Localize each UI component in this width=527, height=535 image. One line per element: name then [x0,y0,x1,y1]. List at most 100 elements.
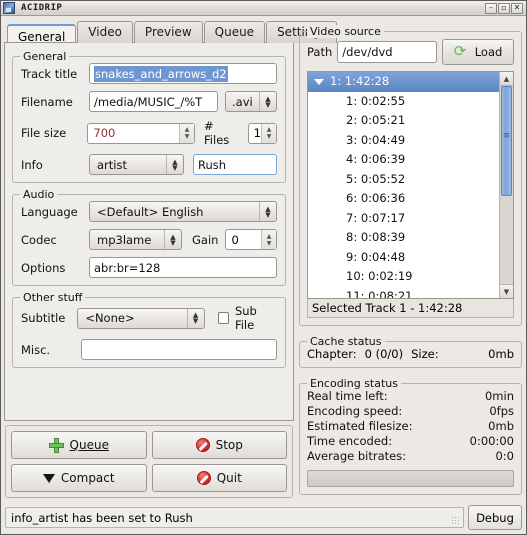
num-files-stepper[interactable]: 1 ▲ ▼ [247,122,277,144]
file-size-row: File size 700 ▲ ▼ # Files 1 ▲ ▼ [21,119,277,147]
stop-icon [196,471,211,485]
encoding-status-row: Average bitrates: 0:0 [307,449,514,464]
audio-group: Audio Language <Default> English ▲ ▼ Code… [12,188,286,286]
debug-button[interactable]: Debug [468,505,522,530]
track-title-value: snakes_and_arrows_d2 [94,65,228,82]
spinner-arrows-icon[interactable]: ▲ ▼ [261,123,276,143]
file-size-value: 700 [93,126,116,140]
path-input[interactable]: /dev/dvd [337,41,437,63]
list-item[interactable]: 8: 0:08:39 [308,228,499,248]
time-encoded-value: 0:00:00 [469,434,514,448]
action-button-group: Queue Stop Compact Quit [5,425,293,498]
compact-button-label: Compact [60,471,115,485]
close-button[interactable]: ✕ [511,2,523,14]
track-list[interactable]: 1: 1:42:28 1: 0:02:55 2: 0:05:21 3: 0:04… [308,72,499,298]
window-controls: – ▫ ✕ [485,2,524,14]
chevron-updown-icon: ▲ ▼ [164,230,181,249]
subtitle-value: <None> [85,311,135,325]
misc-input[interactable] [81,339,277,360]
tab-queue[interactable]: Queue [203,21,266,43]
list-item[interactable]: 3: 0:04:49 [308,131,499,151]
info-value-input[interactable]: Rush [193,154,277,175]
chevron-updown-icon: ▲ ▼ [186,308,204,328]
codec-select[interactable]: mp3lame ▲ ▼ [89,229,182,250]
gain-stepper[interactable]: 0 ▲ ▼ [225,229,277,250]
filename-input[interactable]: /media/MUSIC_/%T [89,91,218,112]
gain-value: 0 [231,232,239,247]
average-bitrates-value: 0:0 [495,449,514,463]
app-icon [3,2,15,14]
video-source-legend: Video source [307,25,384,38]
cache-size-value: 0mb [488,347,514,361]
window-title: ACIDRIP [21,3,63,13]
info-row: Info artist ▲ ▼ Rush [21,154,277,175]
info-key-value: artist [97,157,127,172]
audio-options-input[interactable]: abr:br=128 [89,257,277,278]
compact-button[interactable]: Compact [11,464,147,492]
num-files-value: 1 [253,126,261,140]
list-item[interactable]: 7: 0:07:17 [308,209,499,229]
encoding-status-row: Encoding speed: 0fps [307,404,514,419]
list-item[interactable]: 9: 0:04:48 [308,248,499,268]
main-content: General Video Preview Queue Settings Gen… [1,16,526,502]
codec-row: Codec mp3lame ▲ ▼ Gain 0 ▲ ▼ [21,229,277,250]
left-panel: General Video Preview Queue Settings Gen… [4,19,338,502]
title-bar: ACIDRIP – ▫ ✕ [1,1,526,16]
list-item[interactable]: 5: 0:05:52 [308,170,499,190]
scroll-down-icon[interactable]: ▼ [500,284,513,298]
scroll-up-icon[interactable]: ▲ [500,72,513,86]
stop-icon [195,438,210,452]
encoding-speed-label: Encoding speed: [307,404,403,418]
audio-group-legend: Audio [20,188,58,201]
resize-grip-icon[interactable] [451,516,459,524]
language-row: Language <Default> English ▲ ▼ [21,201,277,222]
plus-icon [48,437,64,453]
sub-file-checkbox[interactable] [217,312,229,324]
language-select[interactable]: <Default> English ▲ ▼ [89,201,277,222]
track-title-input[interactable]: snakes_and_arrows_d2 [89,63,277,84]
chevron-updown-icon: ▲ ▼ [259,202,276,221]
maximize-button[interactable]: ▫ [498,2,510,14]
num-files-label: # Files [204,119,230,147]
container-format-value: .avi [232,94,253,109]
encoding-status-row: Time encoded: 0:00:00 [307,434,514,449]
quit-button[interactable]: Quit [151,464,287,492]
stop-button[interactable]: Stop [151,431,287,459]
encoding-progress-bar [307,470,514,487]
spinner-arrows-icon[interactable]: ▲ ▼ [261,230,276,249]
tab-general[interactable]: General [7,24,77,44]
container-format-select[interactable]: .avi ▲ ▼ [225,91,277,112]
list-item[interactable]: 4: 0:06:39 [308,150,499,170]
encoding-status-row: Real time left: 0min [307,389,514,404]
file-size-stepper[interactable]: 700 ▲ ▼ [87,122,196,144]
track-list-root-label: 1: 1:42:28 [330,74,390,88]
list-item[interactable]: 11: 0:08:21 [308,287,499,299]
list-item[interactable]: 1: 0:02:55 [308,92,499,112]
tab-preview[interactable]: Preview [133,21,203,43]
status-bar: info_artist has been set to Rush Debug [1,502,526,534]
subtitle-select[interactable]: <None> ▲ ▼ [77,307,205,329]
spinner-arrows-icon[interactable]: ▲ ▼ [179,123,195,143]
minimize-button[interactable]: – [485,2,497,14]
other-stuff-group-legend: Other stuff [20,291,86,304]
sub-file-label: Sub File [234,304,257,332]
audio-options-label: Options [21,260,66,275]
track-list-scrollbar[interactable]: ▲ ▼ [499,72,513,298]
list-item[interactable]: 6: 0:06:36 [308,189,499,209]
tab-video[interactable]: Video [77,21,133,43]
load-button[interactable]: ⟳ Load [442,39,514,65]
misc-label: Misc. [21,342,51,357]
scrollbar-thumb[interactable] [501,86,512,196]
list-item[interactable]: 2: 0:05:21 [308,111,499,131]
triangle-down-icon[interactable] [314,79,324,85]
info-key-select[interactable]: artist ▲ ▼ [89,154,184,175]
misc-row: Misc. [21,339,277,360]
scrollbar-track[interactable] [500,86,513,284]
reload-icon: ⟳ [453,42,467,60]
queue-button[interactable]: Queue [11,431,147,459]
chevron-updown-icon: ▲ ▼ [166,155,183,174]
track-list-root-row[interactable]: 1: 1:42:28 [308,72,499,92]
list-item[interactable]: 10: 0:02:19 [308,267,499,287]
estimated-filesize-value: 0mb [488,419,514,433]
gain-label: Gain [192,232,219,247]
